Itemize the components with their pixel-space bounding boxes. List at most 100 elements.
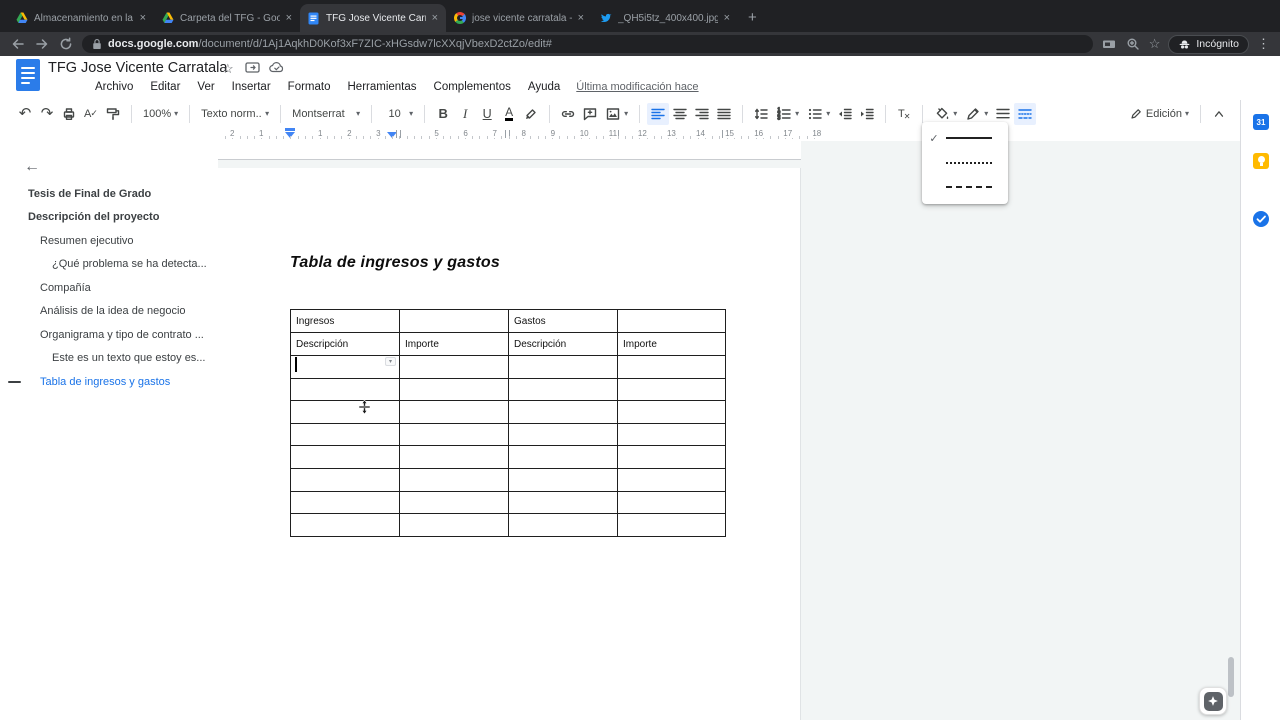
table-cell[interactable] [617, 422, 726, 447]
line-spacing-button[interactable] [750, 103, 772, 125]
table-cell[interactable] [508, 467, 618, 492]
align-center-button[interactable] [669, 103, 691, 125]
tab-drive-folder[interactable]: Carpeta del TFG - Google Driv × [154, 4, 300, 32]
undo-button[interactable]: ↶ [14, 103, 36, 125]
table-cell[interactable]: Descripción [290, 332, 400, 356]
table-cell[interactable]: Importe [617, 332, 726, 356]
menu-complementos[interactable]: Complementos [427, 79, 518, 95]
table-cell[interactable] [399, 355, 509, 379]
align-right-button[interactable] [691, 103, 713, 125]
calendar-icon[interactable]: 31 [1253, 114, 1269, 130]
outline-item[interactable]: Tesis de Final de Grado [28, 188, 151, 200]
table-cell[interactable] [399, 467, 509, 492]
browser-menu-icon[interactable]: ⋮ [1257, 36, 1270, 52]
text-color-button[interactable]: A [498, 103, 520, 125]
document-title[interactable]: TFG Jose Vicente Carratala [48, 60, 227, 76]
cloud-saved-icon[interactable] [269, 61, 285, 73]
table-cell[interactable] [399, 513, 509, 537]
bookmark-star-icon[interactable]: ☆ [1149, 36, 1161, 52]
increase-indent-button[interactable] [856, 103, 878, 125]
back-icon[interactable] [10, 36, 26, 52]
outline-item[interactable]: Compañía [40, 282, 91, 294]
table-cell[interactable] [617, 377, 726, 402]
bulleted-list-button[interactable]: ▾ [803, 103, 834, 125]
table-cell[interactable] [617, 513, 726, 537]
tab-close-icon[interactable]: × [432, 12, 438, 24]
table-cell[interactable] [508, 377, 618, 402]
table-cell[interactable] [508, 513, 618, 537]
tab-close-icon[interactable]: × [578, 12, 584, 24]
table-cell[interactable] [290, 400, 400, 424]
insert-image-button[interactable]: ▾ [601, 103, 632, 125]
table-cell[interactable] [617, 445, 726, 469]
decrease-indent-button[interactable] [834, 103, 856, 125]
underline-button[interactable]: U [476, 103, 498, 125]
paragraph-style-select[interactable]: Texto norm... ▾ [197, 103, 273, 125]
tab-close-icon[interactable]: × [140, 12, 146, 24]
close-outline-icon[interactable]: ← [24, 158, 40, 176]
outline-item[interactable]: Descripción del proyecto [28, 211, 159, 223]
table-cell[interactable] [290, 355, 400, 379]
numbered-list-button[interactable]: 1 2 3 ▾ [772, 103, 803, 125]
table-cell[interactable]: Gastos [508, 309, 618, 333]
table-cell[interactable]: Descripción [508, 332, 618, 356]
vertical-scrollbar[interactable] [1228, 657, 1234, 697]
table-cell[interactable] [290, 490, 400, 515]
tab-close-icon[interactable]: × [286, 12, 292, 24]
spellcheck-button[interactable]: A ✓ [80, 103, 102, 125]
zoom-icon[interactable] [1125, 36, 1141, 52]
border-dash-button[interactable] [1014, 102, 1037, 125]
table-cell[interactable] [290, 445, 400, 469]
table-cell[interactable] [290, 377, 400, 402]
tab-twitter-image[interactable]: _QH5i5tz_400x400.jpg (400× × [592, 4, 738, 32]
menu-ayuda[interactable]: Ayuda [521, 79, 567, 95]
table-cell[interactable] [290, 467, 400, 492]
menu-archivo[interactable]: Archivo [88, 79, 140, 95]
line-style-dotted-option[interactable] [922, 151, 1008, 176]
table-cell[interactable] [617, 309, 726, 333]
table-cell[interactable] [508, 400, 618, 424]
outline-item[interactable]: Organigrama y tipo de contrato ... [40, 329, 204, 341]
table-cell[interactable] [617, 490, 726, 515]
outline-item[interactable]: ¿Qué problema se ha detecta... [52, 258, 207, 270]
mode-select[interactable]: Edición ▾ [1125, 103, 1193, 125]
zoom-select[interactable]: 100% ▾ [139, 103, 182, 125]
table-cell[interactable] [290, 513, 400, 537]
redo-button[interactable]: ↷ [36, 103, 58, 125]
table-cell[interactable] [508, 445, 618, 469]
table-cell[interactable] [399, 490, 509, 515]
tab-close-icon[interactable]: × [724, 12, 730, 24]
keep-icon[interactable] [1253, 153, 1269, 169]
insert-link-button[interactable] [557, 103, 579, 125]
table-cell[interactable] [290, 422, 400, 447]
table-cell[interactable] [399, 309, 509, 333]
reload-icon[interactable] [58, 36, 74, 52]
menu-herramientas[interactable]: Herramientas [341, 79, 424, 95]
clear-formatting-button[interactable]: T ✕ [893, 103, 915, 125]
font-select[interactable]: Montserrat ▾ [288, 103, 364, 125]
table-cell[interactable]: Importe [399, 332, 509, 356]
outline-item[interactable]: Este es un texto que estoy es... [52, 352, 205, 364]
outline-item[interactable]: Resumen ejecutivo [40, 235, 134, 247]
table-cell[interactable]: Ingresos [290, 309, 400, 333]
cell-dropdown-chip[interactable]: ▾ [385, 357, 396, 366]
table-cell[interactable] [399, 445, 509, 469]
table-cell[interactable] [399, 377, 509, 402]
docs-logo-icon[interactable] [16, 59, 40, 91]
new-tab-button[interactable]: + [748, 9, 757, 26]
forward-icon[interactable] [34, 36, 50, 52]
align-left-button[interactable] [647, 102, 670, 125]
add-comment-button[interactable] [579, 103, 601, 125]
outline-item[interactable]: Análisis de la idea de negocio [40, 305, 186, 317]
table-cell[interactable] [617, 355, 726, 379]
bold-button[interactable]: B [432, 103, 454, 125]
last-modified-link[interactable]: Última modificación hace [576, 81, 698, 93]
document-page[interactable]: Tabla de ingresos y gastos Ingresos Gasto… [218, 168, 801, 720]
menu-ver[interactable]: Ver [190, 79, 221, 95]
explore-button[interactable] [1199, 687, 1227, 715]
table-cell[interactable] [508, 422, 618, 447]
italic-button[interactable]: I [454, 103, 476, 125]
tab-docs-active[interactable]: TFG Jose Vicente Carratala - D × [300, 4, 446, 32]
tab-google-search[interactable]: jose vicente carratala - Búsque × [446, 4, 592, 32]
address-bar[interactable]: docs.google.com/document/d/1Aj1AqkhD0Kof… [82, 35, 1093, 53]
